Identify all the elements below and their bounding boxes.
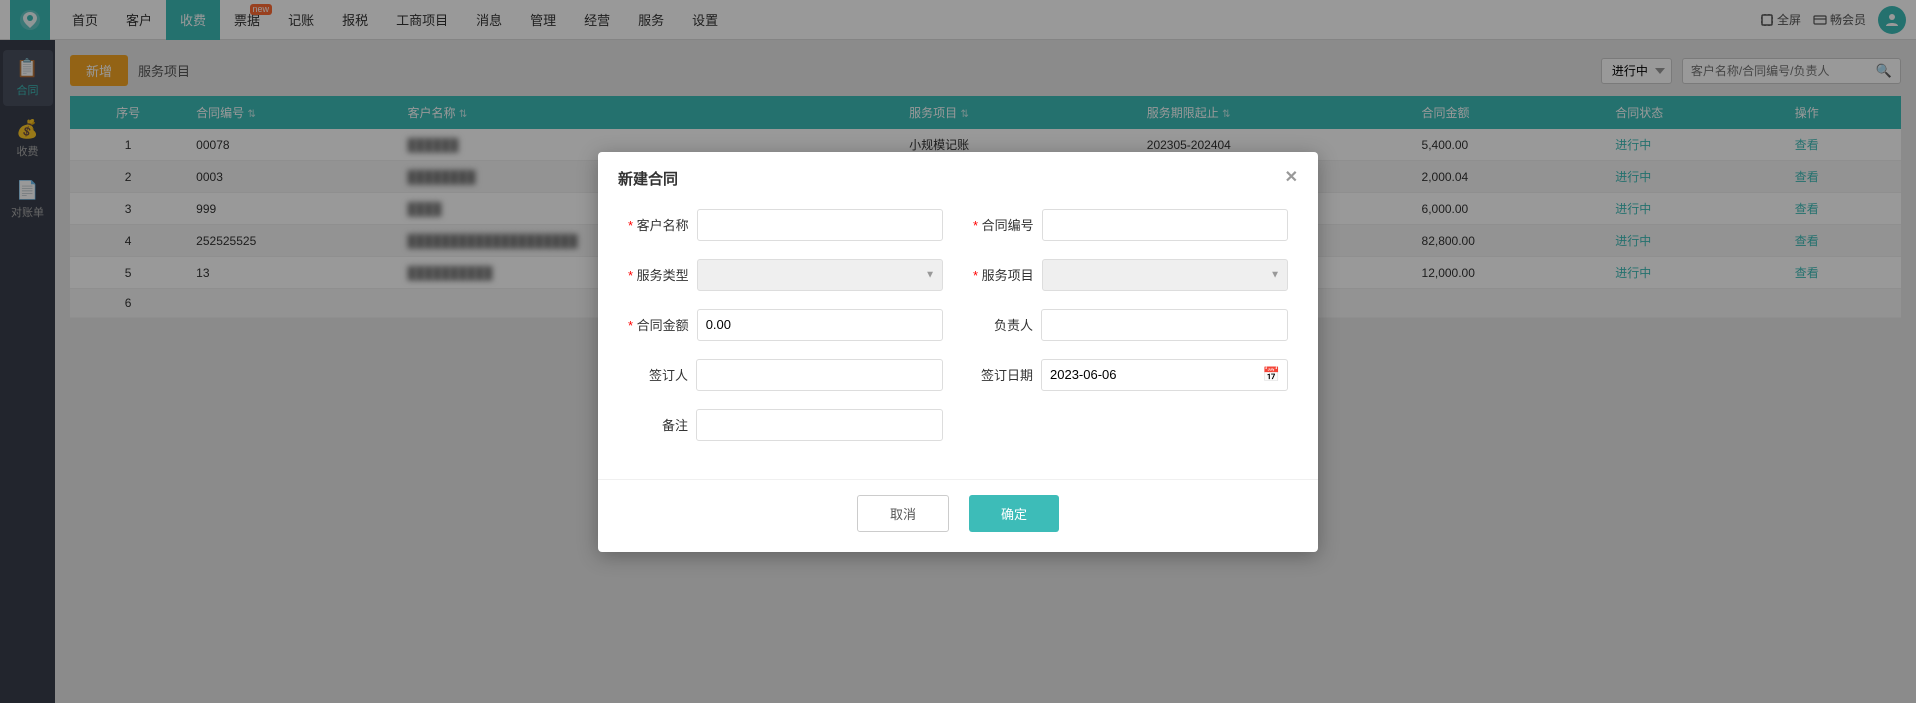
new-contract-modal: 新建合同 ✕ 客户名称 合同编号 服务类型	[598, 152, 1318, 552]
customer-name-input[interactable]	[697, 209, 943, 241]
form-group-service-type: 服务类型 ▼	[628, 259, 943, 291]
confirm-button[interactable]: 确定	[969, 495, 1059, 532]
customer-name-label: 客户名称	[628, 215, 689, 234]
form-row-2: 服务类型 ▼ 服务项目 ▼	[628, 259, 1288, 291]
service-item-select-wrap: ▼	[1042, 259, 1288, 291]
form-group-contract-no: 合同编号	[973, 209, 1288, 241]
contract-no-label: 合同编号	[973, 215, 1034, 234]
notes-input[interactable]	[696, 409, 943, 441]
modal-overlay: 新建合同 ✕ 客户名称 合同编号 服务类型	[0, 0, 1916, 703]
sign-date-input[interactable]	[1041, 359, 1288, 391]
service-item-select[interactable]	[1042, 259, 1288, 291]
signatory-input[interactable]	[696, 359, 943, 391]
cancel-button[interactable]: 取消	[857, 495, 949, 532]
close-icon[interactable]: ✕	[1285, 170, 1298, 186]
form-row-3: 合同金额 负责人	[628, 309, 1288, 341]
form-group-notes: 备注	[628, 409, 943, 441]
form-group-service-item: 服务项目 ▼	[973, 259, 1288, 291]
notes-label: 备注	[628, 415, 688, 434]
modal-body: 客户名称 合同编号 服务类型 ▼ 服务项目	[598, 199, 1318, 479]
modal-footer: 取消 确定	[598, 479, 1318, 552]
modal-title: 新建合同	[618, 168, 678, 189]
amount-label: 合同金额	[628, 315, 689, 334]
form-row-4: 签订人 签订日期 📅	[628, 359, 1288, 391]
responsible-input[interactable]	[1041, 309, 1288, 341]
service-type-select-wrap: ▼	[697, 259, 943, 291]
service-type-select[interactable]	[697, 259, 943, 291]
date-input-wrap: 📅	[1041, 359, 1288, 391]
form-row-5: 备注	[628, 409, 1288, 441]
modal-header: 新建合同 ✕	[598, 152, 1318, 199]
service-type-label: 服务类型	[628, 265, 689, 284]
contract-no-input[interactable]	[1042, 209, 1288, 241]
form-group-signatory: 签订人	[628, 359, 943, 391]
sign-date-label: 签订日期	[973, 365, 1033, 384]
responsible-label: 负责人	[973, 315, 1033, 334]
service-item-label: 服务项目	[973, 265, 1034, 284]
form-row-1: 客户名称 合同编号	[628, 209, 1288, 241]
form-group-amount: 合同金额	[628, 309, 943, 341]
signatory-label: 签订人	[628, 365, 688, 384]
form-group-responsible: 负责人	[973, 309, 1288, 341]
form-group-sign-date: 签订日期 📅	[973, 359, 1288, 391]
form-group-customer: 客户名称	[628, 209, 943, 241]
amount-input[interactable]	[697, 309, 943, 341]
